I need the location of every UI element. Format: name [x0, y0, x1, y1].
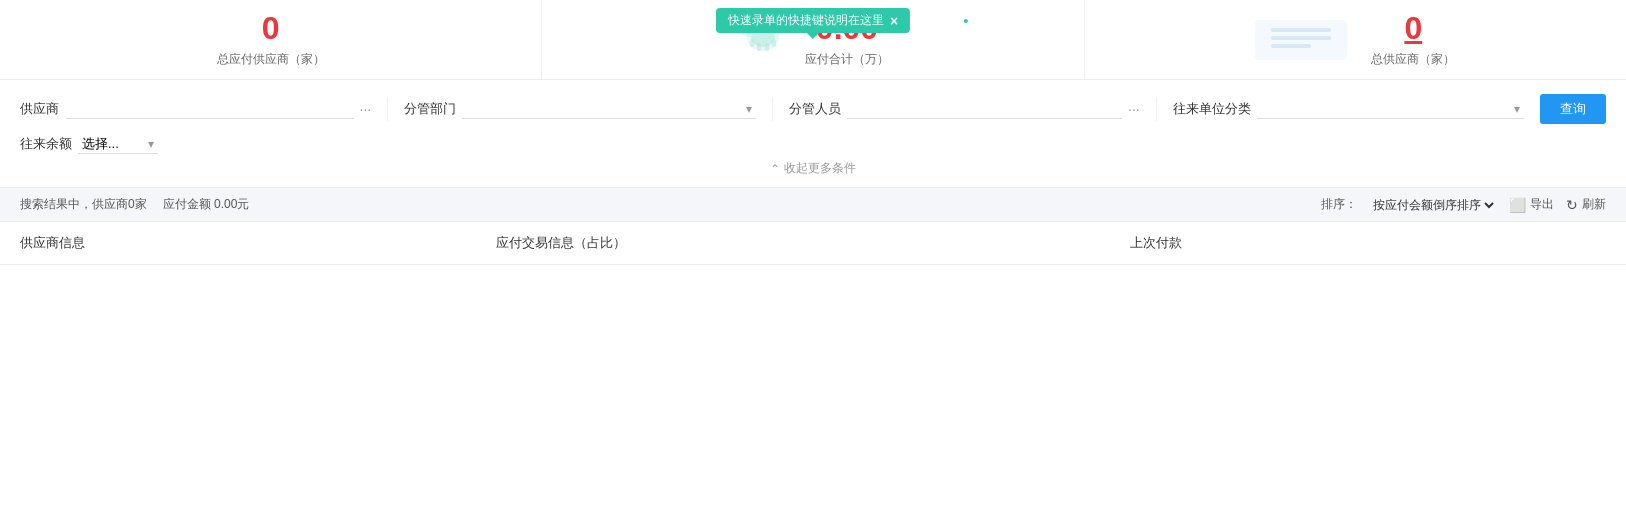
svg-rect-3: [750, 39, 754, 47]
collapse-button-label: 收起更多条件: [784, 160, 856, 177]
table-body: [0, 265, 1626, 515]
sort-label: 排序：: [1321, 196, 1357, 213]
stat-all-suppliers-label: 总供应商（家）: [1371, 51, 1455, 68]
export-icon: ⬜: [1509, 197, 1526, 213]
department-filter-select[interactable]: [462, 99, 755, 119]
result-summary: 搜索结果中，供应商0家 应付金额 0.00元: [20, 196, 249, 213]
manager-more-icon[interactable]: ···: [1128, 101, 1140, 117]
filter-row-2: 往来余额 选择... ▾: [20, 134, 1606, 154]
tooltip-bubble: 快速录单的快捷键说明在这里 ×: [716, 8, 910, 33]
collapse-button[interactable]: ⌃ 收起更多条件: [758, 158, 868, 179]
refresh-label: 刷新: [1582, 196, 1606, 213]
export-button[interactable]: ⬜ 导出: [1509, 196, 1554, 213]
col-header-payable: 应付交易信息（占比）: [496, 234, 1130, 252]
department-filter-label: 分管部门: [404, 100, 456, 118]
stat-payable-total-label: 应付合计（万）: [805, 51, 889, 68]
unit-category-select-wrapper: ▾: [1257, 99, 1524, 119]
stat-payable-suppliers-value: 0: [262, 11, 280, 46]
col-header-lastpay: 上次付款: [1130, 234, 1606, 252]
department-select-wrapper: ▾: [462, 99, 755, 119]
collapse-chevron-icon: ⌃: [770, 162, 780, 176]
result-bar: 搜索结果中，供应商0家 应付金额 0.00元 排序： 按应付会额倒序排序 ⬜ 导…: [0, 188, 1626, 222]
stat-all-suppliers-text: 0 总供应商（家）: [1371, 11, 1455, 67]
unit-category-filter-label: 往来单位分类: [1173, 100, 1251, 118]
result-suppliers-count: 搜索结果中，供应商0家: [20, 196, 147, 213]
stat-all-suppliers: 0 总供应商（家）: [1085, 0, 1626, 79]
stats-bar: 0 总应付供应商（家） 0.00 应付合计（万） 快速录单的快捷键说明在这里: [0, 0, 1626, 80]
manager-filter-label: 分管人员: [789, 100, 841, 118]
supplier-filter-label: 供应商: [20, 100, 60, 118]
filter-unit-category: 往来单位分类 ▾: [1173, 99, 1524, 119]
result-amount-summary: 应付金额 0.00元: [163, 196, 250, 213]
svg-rect-6: [772, 39, 776, 47]
filter-manager: 分管人员 ···: [789, 99, 1140, 119]
unit-category-filter-select[interactable]: [1257, 99, 1524, 119]
tooltip-close-btn[interactable]: ×: [890, 14, 898, 28]
result-actions: 排序： 按应付会额倒序排序 ⬜ 导出 ↻ 刷新: [1321, 196, 1606, 213]
refresh-button[interactable]: ↻ 刷新: [1566, 196, 1606, 213]
manager-filter-input[interactable]: [847, 99, 1123, 119]
col-header-supplier: 供应商信息: [20, 234, 496, 252]
divider-3: [1156, 97, 1157, 121]
table-header: 供应商信息 应付交易信息（占比） 上次付款: [0, 222, 1626, 265]
supplier-icon-placeholder: [1255, 20, 1347, 60]
divider-1: [387, 97, 388, 121]
filter-department: 分管部门 ▾: [404, 99, 755, 119]
sort-select[interactable]: 按应付会额倒序排序: [1369, 197, 1497, 213]
filter-row-1: 供应商 ··· 分管部门 ▾ 分管人员 ··· 往来单位分类: [20, 94, 1606, 124]
filter-supplier: 供应商 ···: [20, 99, 371, 119]
svg-rect-5: [765, 43, 769, 51]
amount-select-wrapper: 选择... ▾: [78, 134, 158, 154]
supplier-filter-input[interactable]: [66, 99, 354, 119]
export-label: 导出: [1530, 196, 1554, 213]
collapse-bar: ⌃ 收起更多条件: [20, 158, 1606, 179]
stat-total-payable-suppliers: 0 总应付供应商（家）: [0, 0, 542, 79]
divider-2: [772, 97, 773, 121]
tooltip-dot: [962, 17, 970, 25]
tooltip-text: 快速录单的快捷键说明在这里: [728, 12, 884, 29]
query-button[interactable]: 查询: [1540, 94, 1606, 124]
stat-payable-suppliers-label: 总应付供应商（家）: [217, 51, 325, 68]
filter-bar: 供应商 ··· 分管部门 ▾ 分管人员 ··· 往来单位分类: [0, 80, 1626, 188]
refresh-icon: ↻: [1566, 197, 1578, 213]
svg-rect-4: [757, 43, 761, 51]
supplier-more-icon[interactable]: ···: [360, 101, 372, 117]
amount-filter-label: 往来余额: [20, 135, 72, 153]
amount-filter-select[interactable]: 选择...: [78, 134, 158, 154]
stat-all-suppliers-value: 0: [1404, 11, 1422, 46]
